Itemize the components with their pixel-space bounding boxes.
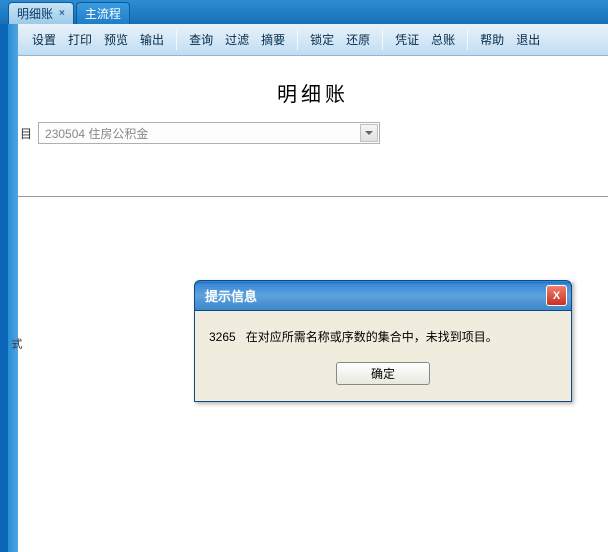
toolbar-separator [297,30,298,50]
ok-button[interactable]: 确定 [336,362,430,385]
tab-label: 主流程 [85,5,121,22]
tab-detail-ledger[interactable]: 明细账 × [8,2,74,24]
toolbar-separator [176,30,177,50]
dialog-close-button[interactable]: X [546,285,567,306]
toolbar-settings[interactable]: 设置 [28,29,60,50]
toolbar-help[interactable]: 帮助 [476,29,508,50]
account-combo[interactable]: 230504 住房公积金 [38,122,380,144]
side-text-fragment: 式 [8,338,24,349]
toolbar-restore[interactable]: 还原 [342,29,374,50]
chevron-down-icon [365,131,373,135]
toolbar-exit[interactable]: 退出 [512,29,544,50]
close-icon: X [553,290,560,302]
dialog-message: 3265 在对应所需名称或序数的集合中，未找到项目。 [209,329,557,346]
combo-dropdown-button[interactable] [360,124,378,142]
toolbar-preview[interactable]: 预览 [100,29,132,50]
toolbar-voucher[interactable]: 凭证 [391,29,423,50]
window-left-border [0,0,8,552]
filter-label-fragment: 目 [20,125,32,142]
toolbar-query[interactable]: 查询 [185,29,217,50]
tab-bar: 明细账 × 主流程 [0,0,608,24]
toolbar-print[interactable]: 打印 [64,29,96,50]
error-code: 3265 [209,330,236,344]
toolbar-output[interactable]: 输出 [136,29,168,50]
filter-row: 目 230504 住房公积金 [18,122,380,144]
dialog-body: 3265 在对应所需名称或序数的集合中，未找到项目。 确定 [194,310,572,402]
toolbar-separator [467,30,468,50]
tab-main-flow[interactable]: 主流程 [76,2,130,24]
toolbar-separator [382,30,383,50]
combo-value: 230504 住房公积金 [45,125,148,142]
close-icon[interactable]: × [59,8,65,19]
toolbar-lock[interactable]: 锁定 [306,29,338,50]
dialog-titlebar[interactable]: 提示信息 X [194,280,572,310]
toolbar: 设置 打印 预览 输出 查询 过滤 摘要 锁定 还原 凭证 总账 帮助 退出 [18,24,608,56]
dialog-title-text: 提示信息 [205,286,257,305]
alert-dialog: 提示信息 X 3265 在对应所需名称或序数的集合中，未找到项目。 确定 [194,280,572,402]
dialog-actions: 确定 [209,362,557,385]
error-text: 在对应所需名称或序数的集合中，未找到项目。 [246,330,498,344]
toolbar-ledger[interactable]: 总账 [427,29,459,50]
sidebar-strip [8,24,18,552]
toolbar-summary[interactable]: 摘要 [257,29,289,50]
toolbar-filter[interactable]: 过滤 [221,29,253,50]
page-title: 明细账 [18,78,608,107]
tab-label: 明细账 [17,5,53,22]
